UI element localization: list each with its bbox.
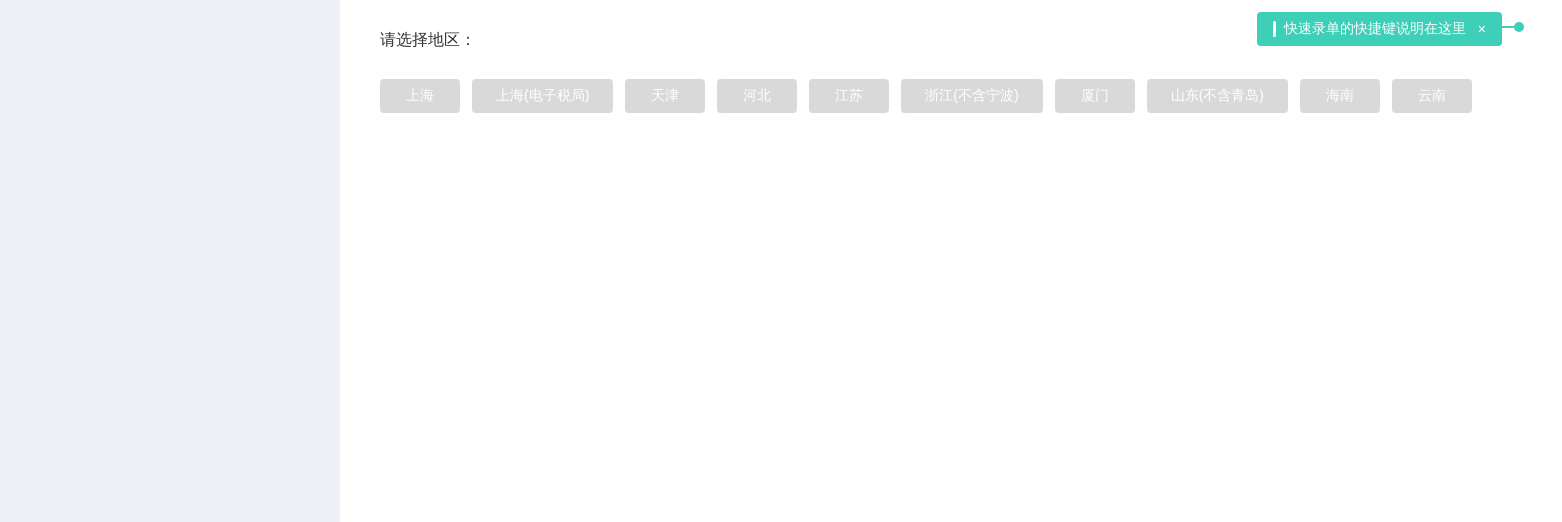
- region-btn[interactable]: 云南: [1392, 79, 1472, 113]
- sidebar: [0, 0, 340, 522]
- region-btn[interactable]: 江苏: [809, 79, 889, 113]
- region-btn[interactable]: 厦门: [1055, 79, 1135, 113]
- region-btn[interactable]: 天津: [625, 79, 705, 113]
- tooltip-banner: 快速录单的快捷键说明在这里 ×: [1257, 12, 1502, 46]
- main-content: 请选择地区： 上海上海(电子税局)天津河北江苏浙江(不含宁波)厦门山东(不含青岛…: [340, 0, 1562, 522]
- region-btn[interactable]: 上海: [380, 79, 460, 113]
- region-btn[interactable]: 海南: [1300, 79, 1380, 113]
- region-btn[interactable]: 山东(不含青岛): [1147, 79, 1288, 113]
- tooltip-bar: [1273, 21, 1276, 37]
- region-btn[interactable]: 河北: [717, 79, 797, 113]
- tooltip-close-icon[interactable]: ×: [1478, 21, 1486, 37]
- tooltip-connector-dot: [1514, 22, 1524, 32]
- region-btn[interactable]: 浙江(不含宁波): [901, 79, 1042, 113]
- region-buttons-container: 上海上海(电子税局) 天津河北江苏浙江(不含宁波) 厦门山东(不含青岛) 海南云南: [380, 79, 1522, 113]
- tooltip-connector-line: [1500, 26, 1514, 28]
- region-btn[interactable]: 上海(电子税局): [472, 79, 613, 113]
- tooltip-text: 快速录单的快捷键说明在这里: [1284, 20, 1466, 38]
